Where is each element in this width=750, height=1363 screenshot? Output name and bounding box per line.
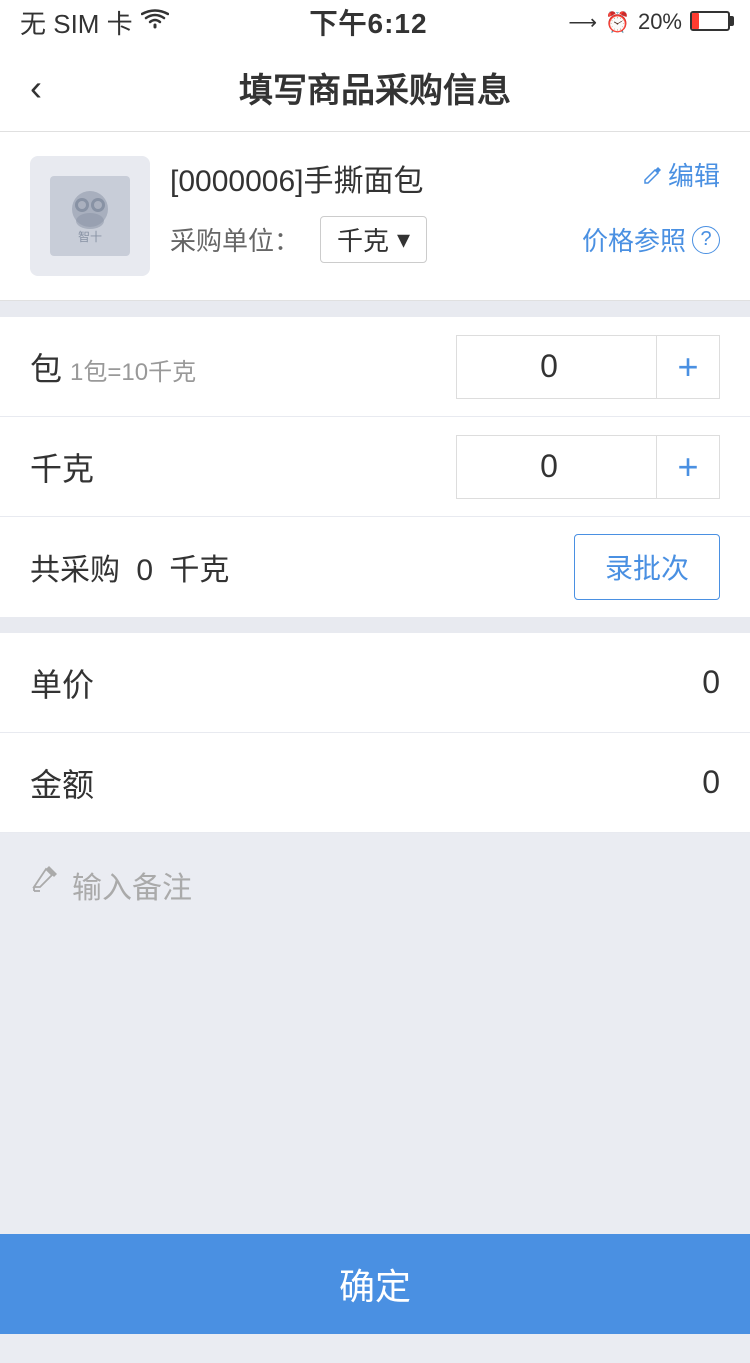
status-right: ⟶ ⏰ 20% bbox=[568, 8, 730, 36]
status-time: 下午6:12 bbox=[310, 2, 428, 42]
svg-text:智十: 智十 bbox=[78, 229, 102, 244]
status-left: 无 SIM 卡 bbox=[20, 4, 169, 41]
bag-quantity-input[interactable] bbox=[456, 335, 656, 399]
info-icon: ? bbox=[692, 226, 720, 254]
summary-row: 共采购 0 千克 录批次 bbox=[0, 517, 750, 617]
kg-label: 千克 bbox=[30, 444, 456, 490]
product-image: 智十 bbox=[30, 156, 150, 276]
unit-label: 采购单位： bbox=[170, 221, 300, 258]
edit-link[interactable]: 编辑 bbox=[642, 156, 720, 193]
product-card: 智十 [0000006]手撕面包 编辑 采购单位： 千 bbox=[0, 132, 750, 301]
input-section: 包1包=10千克 + 千克 + bbox=[0, 317, 750, 517]
edit-icon bbox=[642, 164, 664, 186]
notes-section[interactable]: 输入备注 bbox=[0, 833, 750, 1013]
unit-select[interactable]: 千克 ▾ bbox=[320, 216, 427, 263]
notes-placeholder: 输入备注 bbox=[72, 863, 192, 907]
nav-bar: ‹ 填写商品采购信息 bbox=[0, 44, 750, 132]
location-icon: ⟶ bbox=[568, 10, 597, 35]
confirm-section[interactable]: 确定 bbox=[0, 1234, 750, 1334]
kg-quantity-input[interactable] bbox=[456, 435, 656, 499]
wifi-icon bbox=[141, 7, 169, 38]
page-title: 填写商品采购信息 bbox=[239, 63, 511, 112]
pencil-icon bbox=[30, 865, 58, 900]
unit-price-label: 单价 bbox=[30, 660, 94, 706]
amount-row: 金额 0 bbox=[0, 733, 750, 833]
back-button[interactable]: ‹ bbox=[30, 70, 42, 106]
unit-price-value: 0 bbox=[702, 664, 720, 701]
status-bar: 无 SIM 卡 下午6:12 ⟶ ⏰ 20% bbox=[0, 0, 750, 44]
bag-input-control: + bbox=[456, 335, 720, 399]
section-divider-2 bbox=[0, 617, 750, 633]
kg-plus-button[interactable]: + bbox=[656, 435, 720, 499]
battery-icon bbox=[690, 8, 730, 36]
product-thumbnail: 智十 bbox=[55, 181, 125, 251]
sim-label: 无 SIM 卡 bbox=[20, 4, 133, 41]
summary-text: 共采购 0 千克 bbox=[30, 545, 229, 589]
price-section: 单价 0 金额 0 bbox=[0, 633, 750, 833]
unit-price-row: 单价 0 bbox=[0, 633, 750, 733]
battery-pct: 20% bbox=[638, 9, 682, 35]
price-ref-link[interactable]: 价格参照 ? bbox=[582, 221, 720, 258]
bag-input-row: 包1包=10千克 + bbox=[0, 317, 750, 417]
bag-label: 包1包=10千克 bbox=[30, 344, 456, 390]
confirm-label: 确定 bbox=[339, 1258, 411, 1310]
bag-sub: 1包=10千克 bbox=[70, 359, 196, 386]
amount-value: 0 bbox=[702, 764, 720, 801]
section-divider-1 bbox=[0, 301, 750, 317]
summary-amount: 0 bbox=[136, 554, 153, 587]
kg-input-row: 千克 + bbox=[0, 417, 750, 517]
kg-input-control: + bbox=[456, 435, 720, 499]
bag-plus-button[interactable]: + bbox=[656, 335, 720, 399]
amount-label: 金额 bbox=[30, 760, 94, 806]
batch-button[interactable]: 录批次 bbox=[574, 534, 720, 600]
product-name: [0000006]手撕面包 bbox=[170, 156, 423, 200]
chevron-down-icon: ▾ bbox=[397, 224, 410, 255]
alarm-icon: ⏰ bbox=[605, 10, 630, 35]
product-info: [0000006]手撕面包 编辑 采购单位： 千克 ▾ bbox=[170, 156, 720, 263]
